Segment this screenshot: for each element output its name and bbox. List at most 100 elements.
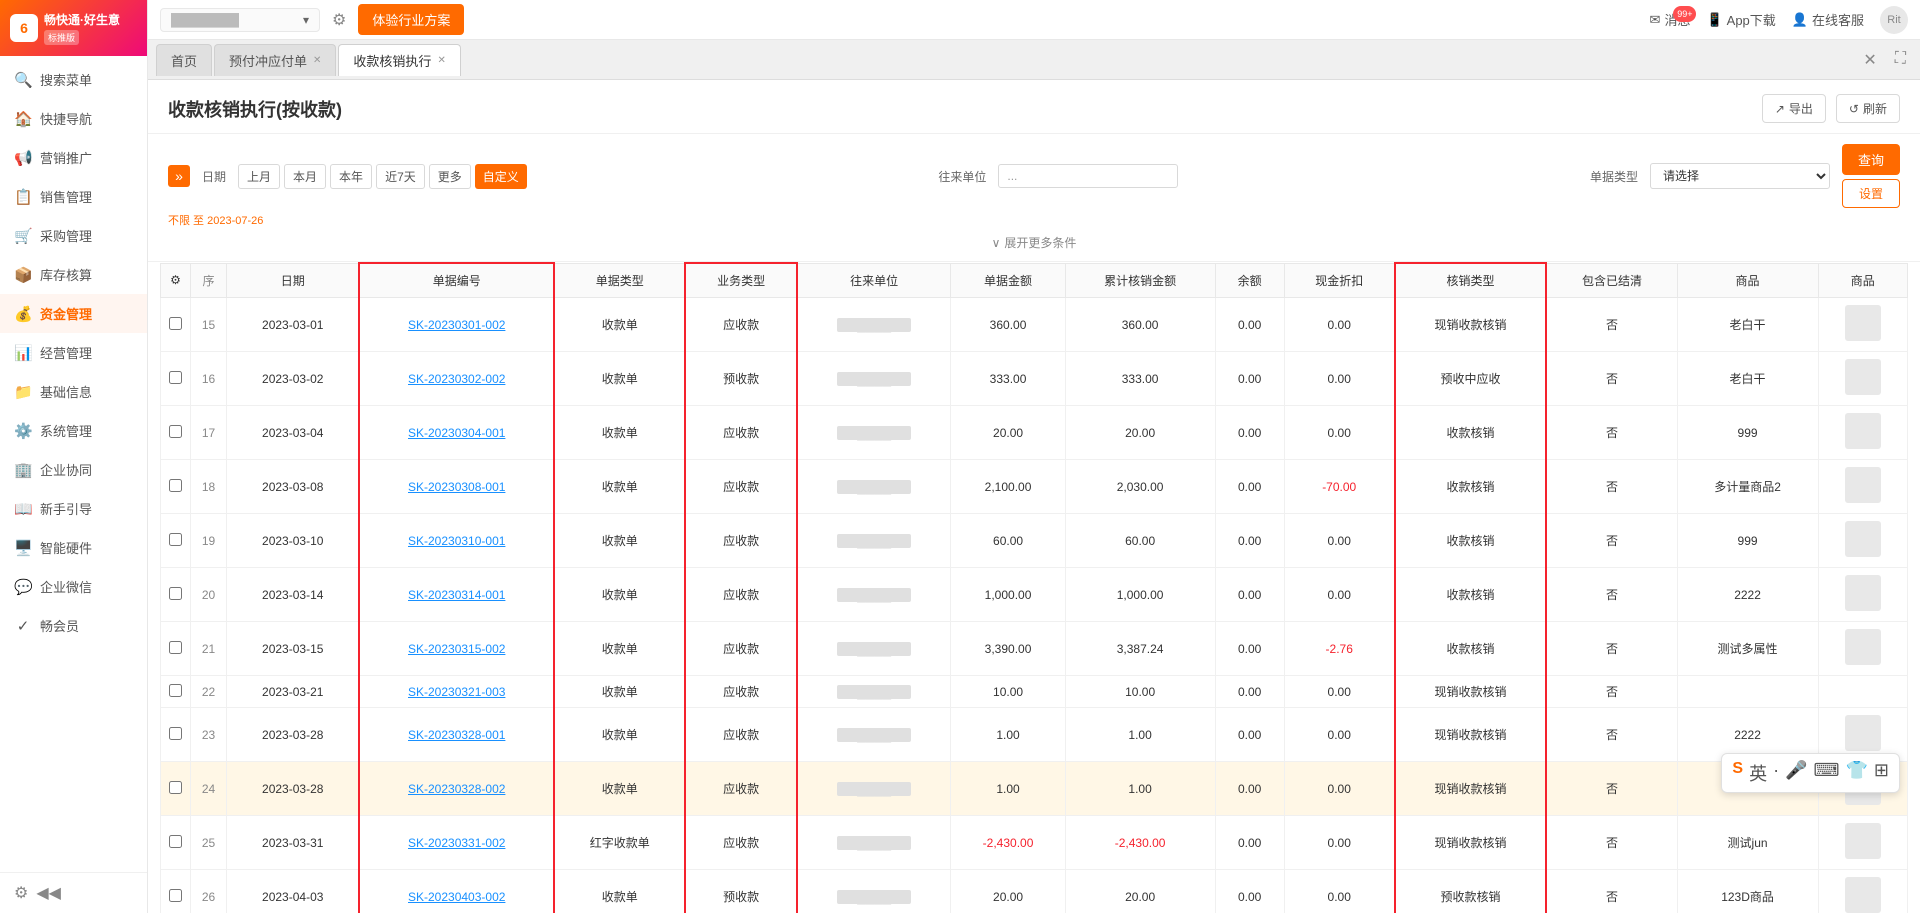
td-bill-amount: 20.00: [951, 406, 1065, 460]
tab-home[interactable]: 首页: [156, 44, 212, 76]
settings-footer-icon[interactable]: ⚙: [14, 883, 28, 903]
td-write-off-amount: 1.00: [1065, 762, 1215, 816]
date-btn-last-month[interactable]: 上月: [238, 164, 280, 189]
sidebar-item-wechat[interactable]: 💬 企业微信: [0, 567, 147, 606]
td-checkbox[interactable]: [161, 708, 191, 762]
td-goods: 测试jun: [1677, 816, 1818, 870]
expand-more-button[interactable]: ∨ 展开更多条件: [992, 234, 1077, 251]
sidebar-item-label: 库存核算: [40, 265, 92, 284]
sidebar-item-guide[interactable]: 📖 新手引导: [0, 489, 147, 528]
td-write-off-type: 现销收款核销: [1395, 708, 1547, 762]
th-index: 序: [191, 263, 227, 298]
td-bill-type: 收款单: [554, 460, 685, 514]
floating-btn-english[interactable]: 英: [1749, 760, 1767, 786]
td-checkbox[interactable]: [161, 762, 191, 816]
td-cash-discount: 0.00: [1284, 870, 1394, 913]
tab-collection-close[interactable]: ✕: [437, 55, 445, 66]
td-checkbox[interactable]: [161, 352, 191, 406]
td-checkbox[interactable]: [161, 406, 191, 460]
tab-expand-icon[interactable]: ⛶: [1889, 48, 1912, 72]
sidebar-item-marketing[interactable]: 📢 营销推广: [0, 138, 147, 177]
td-include-settled: 否: [1546, 622, 1677, 676]
sidebar-item-operation[interactable]: 📊 经营管理: [0, 333, 147, 372]
sidebar-item-inventory[interactable]: 📦 库存核算: [0, 255, 147, 294]
td-write-off-type: 收款核销: [1395, 514, 1547, 568]
td-cash-discount: 0.00: [1284, 514, 1394, 568]
floating-btn-mic[interactable]: 🎤: [1785, 760, 1807, 786]
finance-icon: 💰: [14, 305, 32, 323]
message-button[interactable]: ✉ 消息 99+: [1650, 10, 1691, 29]
date-btn-this-year[interactable]: 本年: [330, 164, 372, 189]
sidebar-logo: 6 畅快通·好生意 标推版: [0, 0, 147, 56]
date-btn-more[interactable]: 更多: [429, 164, 471, 189]
sidebar-item-quick-nav[interactable]: 🏠 快捷导航: [0, 99, 147, 138]
date-btn-this-month[interactable]: 本月: [284, 164, 326, 189]
sidebar-item-basic[interactable]: 📁 基础信息: [0, 372, 147, 411]
date-btn-custom[interactable]: 自定义: [475, 164, 527, 189]
sidebar-item-sales[interactable]: 📋 销售管理: [0, 177, 147, 216]
sidebar-item-hardware[interactable]: 🖥️ 智能硬件: [0, 528, 147, 567]
td-bill-amount: 10.00: [951, 676, 1065, 708]
floating-btn-grid[interactable]: ⊞: [1874, 760, 1889, 786]
td-write-off-amount: 20.00: [1065, 406, 1215, 460]
td-checkbox[interactable]: [161, 676, 191, 708]
tab-payable[interactable]: 预付冲应付单 ✕: [214, 44, 336, 76]
td-checkbox[interactable]: [161, 460, 191, 514]
td-write-off-amount: 333.00: [1065, 352, 1215, 406]
tab-collection[interactable]: 收款核销执行 ✕: [338, 44, 460, 76]
td-cash-discount: 0.00: [1284, 406, 1394, 460]
sidebar-item-member[interactable]: ✓ 畅会员: [0, 606, 147, 645]
company-dropdown[interactable]: ████████ ▾: [160, 8, 320, 32]
topbar-gear-icon[interactable]: ⚙: [328, 6, 350, 34]
td-bill-type: 红字收款单: [554, 816, 685, 870]
th-gear[interactable]: ⚙: [161, 263, 191, 298]
sidebar-nav: 🔍 搜索菜单 🏠 快捷导航 📢 营销推广 📋 销售管理 🛒 采购管理 📦 库存核…: [0, 56, 147, 872]
td-bill-type: 收款单: [554, 708, 685, 762]
td-write-off-amount: 60.00: [1065, 514, 1215, 568]
td-write-off-type: 收款核销: [1395, 460, 1547, 514]
td-date: 2023-03-21: [227, 676, 360, 708]
wechat-icon: 💬: [14, 578, 32, 596]
sidebar-item-search[interactable]: 🔍 搜索菜单: [0, 60, 147, 99]
solution-button[interactable]: 体验行业方案: [358, 4, 464, 35]
floating-btn-shirt[interactable]: 👕: [1845, 760, 1867, 786]
td-goods2: [1818, 298, 1907, 352]
tab-payable-close[interactable]: ✕: [313, 55, 321, 66]
sidebar-item-finance[interactable]: 💰 资金管理: [0, 294, 147, 333]
query-button[interactable]: 查询: [1842, 144, 1900, 175]
td-checkbox[interactable]: [161, 298, 191, 352]
sidebar-item-purchase[interactable]: 🛒 采购管理: [0, 216, 147, 255]
counterparty-input[interactable]: [998, 164, 1178, 188]
collapse-icon[interactable]: ◀◀: [36, 883, 61, 903]
sougou-icon: S: [1732, 760, 1743, 786]
service-button[interactable]: 👤 在线客服: [1792, 10, 1864, 29]
bill-type-select[interactable]: 请选择: [1650, 163, 1830, 189]
refresh-button[interactable]: ↺ 刷新: [1836, 94, 1900, 123]
sidebar-item-system[interactable]: ⚙️ 系统管理: [0, 411, 147, 450]
avatar[interactable]: Rit: [1880, 6, 1908, 34]
data-table: ⚙ 序 日期 单据编号 单据类型 业务类型 往来单位 单据金额 累计核销金额 余…: [160, 262, 1908, 913]
td-checkbox[interactable]: [161, 514, 191, 568]
td-checkbox[interactable]: [161, 870, 191, 913]
td-cash-discount: -70.00: [1284, 460, 1394, 514]
tab-close-all-icon[interactable]: ✕: [1857, 48, 1882, 72]
sidebar-item-enterprise[interactable]: 🏢 企业协同: [0, 450, 147, 489]
td-checkbox[interactable]: [161, 816, 191, 870]
td-checkbox[interactable]: [161, 622, 191, 676]
td-cash-discount: 0.00: [1284, 298, 1394, 352]
chevron-down-icon: ▾: [303, 13, 309, 27]
table-row: 26 2023-04-03 SK-20230403-002 收款单 预收款 ██…: [161, 870, 1908, 913]
td-checkbox[interactable]: [161, 568, 191, 622]
td-bill-amount: 60.00: [951, 514, 1065, 568]
table-row: 24 2023-03-28 SK-20230328-002 收款单 应收款 ██…: [161, 762, 1908, 816]
app-download-button[interactable]: 📱 App下载: [1706, 10, 1775, 29]
export-button[interactable]: ↗ 导出: [1762, 94, 1826, 123]
floating-btn-keyboard[interactable]: ⌨: [1814, 760, 1840, 786]
th-write-off-type: 核销类型: [1395, 263, 1547, 298]
floating-btn-dot[interactable]: ·: [1773, 760, 1779, 786]
filter-expand-button[interactable]: »: [168, 165, 190, 187]
td-date: 2023-03-08: [227, 460, 360, 514]
td-counterparty: ████: [797, 406, 951, 460]
filter-settings-button[interactable]: 设置: [1842, 179, 1900, 208]
date-btn-7days[interactable]: 近7天: [376, 164, 425, 189]
